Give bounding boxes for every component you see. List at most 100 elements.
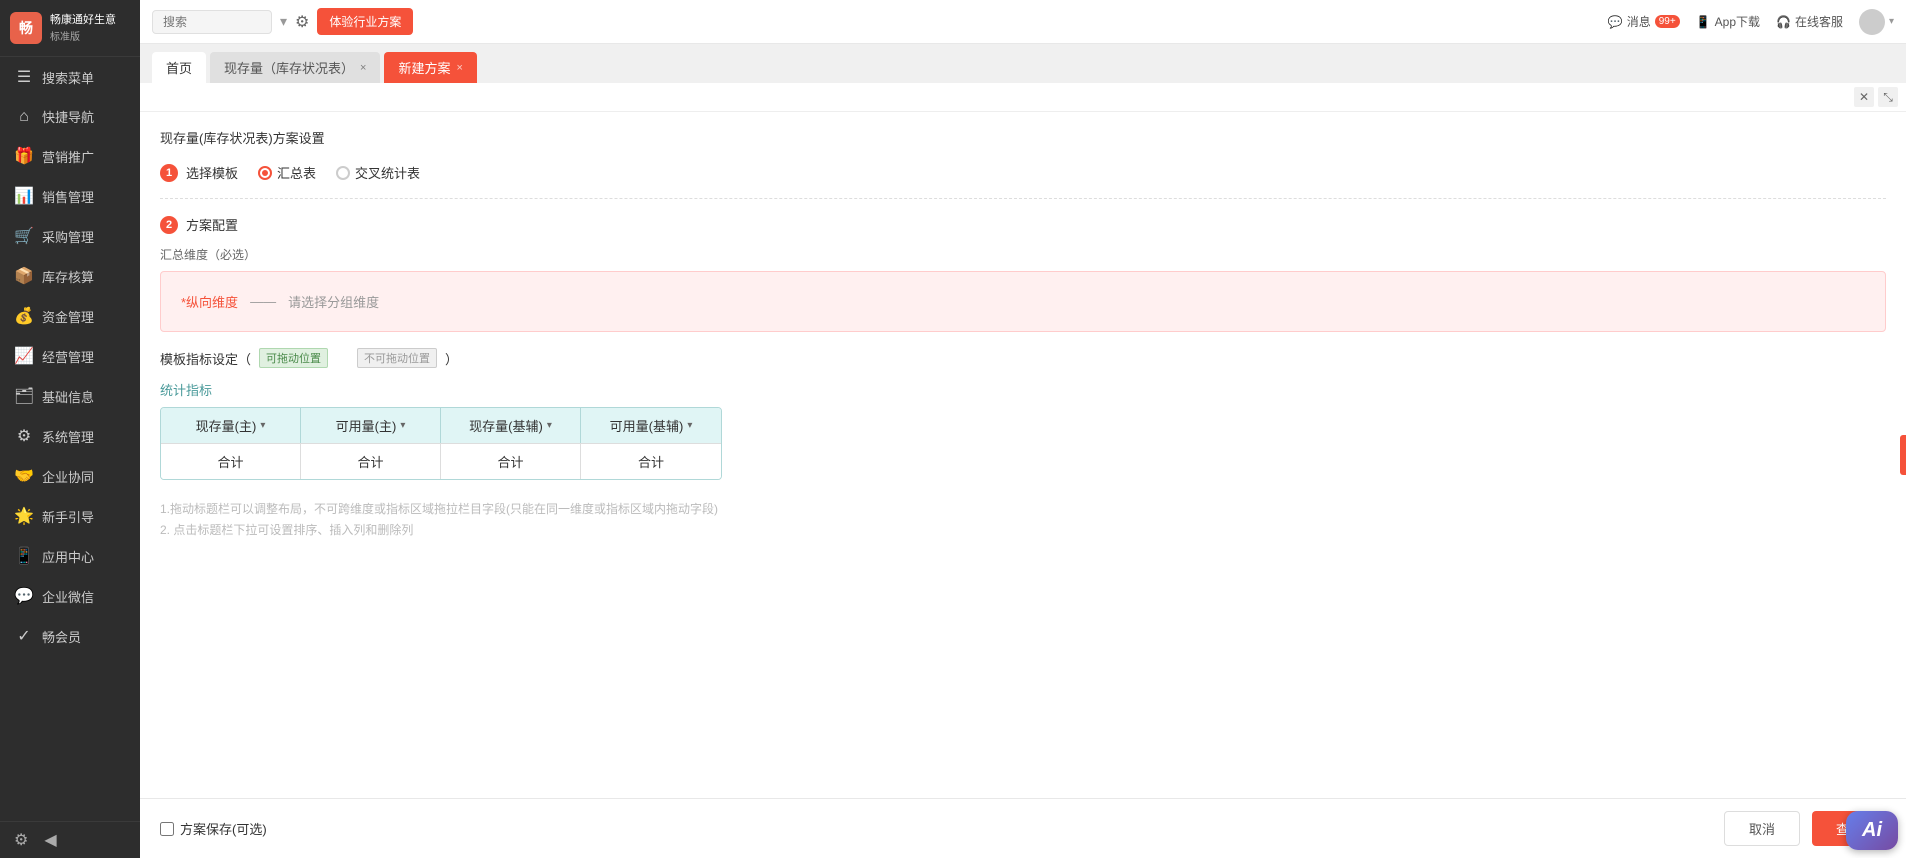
service-icon: 🎧 (1776, 15, 1791, 29)
sidebar-collapse-icon[interactable]: ◀ (44, 830, 56, 850)
sidebar-item-search-menu[interactable]: ☰ 搜索菜单 (0, 57, 140, 97)
radio-cross-circle (336, 166, 350, 180)
indicator-settings-label-left: 模板指标设定（ (160, 349, 251, 368)
app-icon: 📱 (1696, 15, 1711, 29)
col4-chevron-icon: ▾ (687, 420, 692, 431)
topbar-settings-icon[interactable]: ⚙ (295, 12, 309, 32)
tabs-bar: 首页 现存量（库存状况表） × 新建方案 × (140, 44, 1906, 83)
sidebar-item-cooperation[interactable]: 🤝 企业协同 (0, 456, 140, 496)
radio-cross[interactable]: 交叉统计表 (336, 163, 420, 182)
section1-header: 1 选择模板 汇总表 交叉统计表 (160, 163, 1886, 182)
dimension-dash: —— (250, 294, 276, 309)
sidebar-settings-icon[interactable]: ⚙ (14, 830, 28, 850)
mobile-icon: 📱 (14, 546, 34, 566)
box-icon: 📦 (14, 266, 34, 286)
indicator-settings-separator (336, 349, 349, 368)
industry-button[interactable]: 体验行业方案 (317, 8, 413, 35)
search-input[interactable] (152, 10, 272, 34)
sidebar-item-wechat[interactable]: 💬 企业微信 (0, 576, 140, 616)
message-label: 消息 (1627, 13, 1651, 30)
sidebar-item-finance[interactable]: 💰 资金管理 (0, 296, 140, 336)
stats-table-header: 现存量(主) ▾ 可用量(主) ▾ 现存量(基辅) ▾ 可用量(基辅) (161, 408, 721, 443)
dimension-required-label: 汇总维度（必选） (160, 246, 1886, 263)
stats-col-4-header[interactable]: 可用量(基辅) ▾ (581, 408, 721, 443)
topbar-right: 💬 消息 99+ 📱 App下载 🎧 在线客服 ▾ (1608, 9, 1894, 35)
section2-title: 方案配置 (186, 215, 238, 234)
sidebar-item-quick-nav[interactable]: ⌂ 快捷导航 (0, 97, 140, 136)
sidebar-item-marketing[interactable]: 🎁 营销推广 (0, 136, 140, 176)
sidebar-item-label: 企业微信 (42, 587, 94, 606)
radio-summary[interactable]: 汇总表 (258, 163, 316, 182)
sidebar-item-label: 企业协同 (42, 467, 94, 486)
col1-chevron-icon: ▾ (260, 420, 265, 431)
cart-icon: 🛒 (14, 226, 34, 246)
stats-col-2-label: 可用量(主) (336, 416, 397, 435)
sidebar-item-operations[interactable]: 📈 经营管理 (0, 336, 140, 376)
tip-2: 2. 点击标题栏下拉可设置排序、插入列和删除列 (160, 521, 1886, 538)
sidebar-item-label: 资金管理 (42, 307, 94, 326)
sidebar-item-sales[interactable]: 📊 销售管理 (0, 176, 140, 216)
sidebar-item-guide[interactable]: 🌟 新手引导 (0, 496, 140, 536)
cancel-button[interactable]: 取消 (1724, 811, 1800, 846)
expand-panel-button[interactable]: ⤡ (1878, 87, 1898, 107)
sidebar-item-label: 销售管理 (42, 187, 94, 206)
chat-icon: 💬 (14, 586, 34, 606)
ai-badge[interactable]: Ai (1846, 811, 1898, 850)
sidebar-item-purchase[interactable]: 🛒 采购管理 (0, 216, 140, 256)
page-content: 现存量(库存状况表)方案设置 1 选择模板 汇总表 (140, 112, 1906, 798)
messages-button[interactable]: 💬 消息 99+ (1608, 13, 1680, 30)
sidebar-footer: ⚙ ◀ (0, 821, 140, 858)
dimension-area: *纵向维度 —— 请选择分组维度 (160, 271, 1886, 332)
tab-new-scheme-close[interactable]: × (456, 62, 462, 74)
radio-cross-label: 交叉统计表 (355, 163, 420, 182)
gift-icon: 🎁 (14, 146, 34, 166)
tab-inventory-status[interactable]: 现存量（库存状况表） × (210, 52, 380, 83)
close-panel-button[interactable]: ✕ (1854, 87, 1874, 107)
message-badge: 99+ (1655, 15, 1680, 28)
stats-col-3-label: 现存量(基辅) (469, 416, 543, 435)
page-title: 现存量(库存状况表)方案设置 (160, 128, 1886, 147)
chart-icon: 📊 (14, 186, 34, 206)
stats-table: 现存量(主) ▾ 可用量(主) ▾ 现存量(基辅) ▾ 可用量(基辅) (160, 407, 722, 480)
sidebar-item-member[interactable]: ✓ 畅会员 (0, 616, 140, 656)
tab-inventory-close[interactable]: × (360, 62, 366, 74)
money-icon: 💰 (14, 306, 34, 326)
section-2: 2 方案配置 汇总维度（必选） *纵向维度 —— 请选择分组维度 模板指标设定（… (160, 215, 1886, 538)
sidebar-item-app-center[interactable]: 📱 应用中心 (0, 536, 140, 576)
chevron-down-icon: ▾ (1889, 16, 1894, 27)
logo-name: 畅康通好生意 (50, 13, 116, 27)
sidebar-item-label: 营销推广 (42, 147, 94, 166)
user-avatar[interactable]: ▾ (1859, 9, 1894, 35)
tab-inventory-label: 现存量（库存状况表） (224, 58, 354, 77)
stats-col-2-header[interactable]: 可用量(主) ▾ (301, 408, 441, 443)
stats-col-3-header[interactable]: 现存量(基辅) ▾ (441, 408, 581, 443)
tab-home-label: 首页 (166, 58, 192, 77)
app-download-button[interactable]: 📱 App下载 (1696, 13, 1760, 30)
online-service-button[interactable]: 🎧 在线客服 (1776, 13, 1843, 30)
stats-col-1-header[interactable]: 现存量(主) ▾ (161, 408, 301, 443)
indicator-settings-label-right: ） (445, 349, 458, 368)
radio-group: 汇总表 交叉统计表 (258, 163, 420, 182)
tab-new-scheme[interactable]: 新建方案 × (384, 52, 476, 83)
trend-icon: 📈 (14, 346, 34, 366)
sidebar-item-basic[interactable]: 🗂 基础信息 (0, 376, 140, 416)
stats-table-body: 合计 合计 合计 合计 (161, 443, 721, 479)
handshake-icon: 🤝 (14, 466, 34, 486)
sidebar-item-system[interactable]: ⚙ 系统管理 (0, 416, 140, 456)
sidebar-item-inventory[interactable]: 📦 库存核算 (0, 256, 140, 296)
save-label: 方案保存(可选) (180, 819, 267, 838)
topbar: ▾ ⚙ 体验行业方案 💬 消息 99+ 📱 App下载 🎧 在线客服 ▾ (140, 0, 1906, 44)
tips-area: 1.拖动标题栏可以调整布局，不可跨维度或指标区域拖拉栏目字段(只能在同一维度或指… (160, 500, 1886, 538)
tab-home[interactable]: 首页 (152, 52, 206, 83)
logo-icon: 畅 (10, 12, 42, 44)
save-checkbox[interactable] (160, 822, 174, 836)
dimension-placeholder[interactable]: 请选择分组维度 (288, 292, 379, 311)
app-download-label: App下载 (1715, 13, 1760, 30)
sidebar-item-label: 基础信息 (42, 387, 94, 406)
section2-header: 2 方案配置 (160, 215, 1886, 234)
indicator-settings: 模板指标设定（ 可拖动位置 不可拖动位置 ） (160, 348, 1886, 368)
member-icon: ✓ (14, 626, 34, 646)
topbar-dropdown-icon[interactable]: ▾ (280, 13, 287, 30)
sidebar-item-label: 应用中心 (42, 547, 94, 566)
sidebar-item-label: 畅会员 (42, 627, 81, 646)
